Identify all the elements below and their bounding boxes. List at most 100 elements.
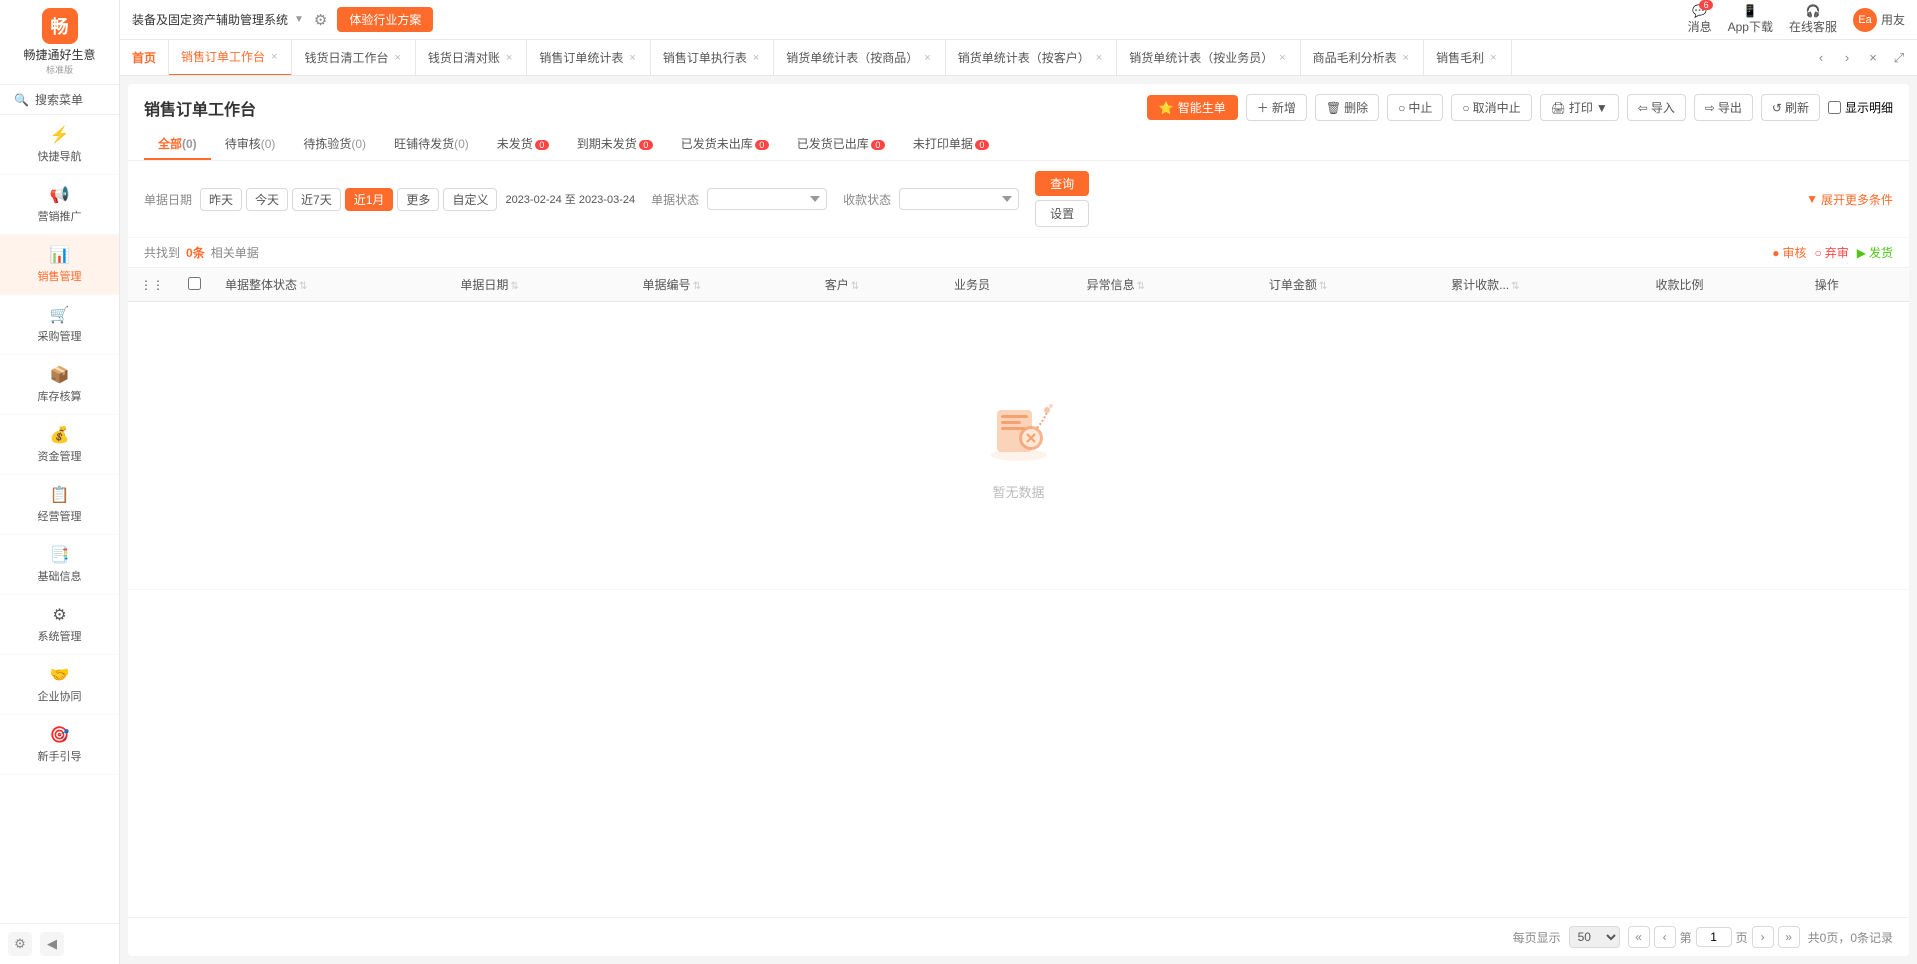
sidebar-item-marketing[interactable]: 📢 营销推广 bbox=[0, 175, 119, 235]
show-detail-label[interactable]: 显示明细 bbox=[1828, 99, 1893, 116]
tab-close-sales-stat3[interactable]: × bbox=[1094, 52, 1104, 64]
sub-tab-all[interactable]: 全部(0) bbox=[144, 129, 211, 160]
select-all-checkbox[interactable] bbox=[188, 277, 201, 290]
col-date[interactable]: 单据日期⇅ bbox=[448, 268, 630, 302]
search-menu[interactable]: 🔍 搜索菜单 bbox=[0, 85, 119, 115]
sidebar-item-purchase[interactable]: 🛒 采购管理 bbox=[0, 295, 119, 355]
tab-sales-stat4[interactable]: 销货单统计表（按业务员） × bbox=[1117, 40, 1300, 76]
page-last-btn[interactable]: » bbox=[1778, 926, 1800, 948]
sidebar-item-inventory[interactable]: 📦 库存核算 bbox=[0, 355, 119, 415]
col-customer[interactable]: 客户⇅ bbox=[813, 268, 942, 302]
page-first-btn[interactable]: « bbox=[1628, 926, 1650, 948]
sidebar-item-guide[interactable]: 🎯 新手引导 bbox=[0, 715, 119, 775]
sidebar-item-sales[interactable]: 📊 销售管理 bbox=[0, 235, 119, 295]
set-btn[interactable]: 设置 bbox=[1035, 200, 1089, 227]
date-btn-yesterday[interactable]: 昨天 bbox=[200, 188, 242, 211]
sub-tab-pending-inspect[interactable]: 待拣验货(0) bbox=[289, 129, 380, 160]
tab-close-sales-stat[interactable]: × bbox=[627, 52, 637, 64]
sidebar-item-system[interactable]: ⚙ 系统管理 bbox=[0, 595, 119, 655]
operation-icon: 📋 bbox=[50, 485, 70, 505]
tab-close-all-btn[interactable]: × bbox=[1861, 46, 1885, 70]
drag-icon: ⋮⋮ bbox=[140, 278, 164, 292]
add-btn[interactable]: ＋ 新增 bbox=[1246, 94, 1307, 121]
per-page-select[interactable]: 10 20 50 100 bbox=[1569, 926, 1620, 948]
cancel-review-action-btn[interactable]: ○ 弃审 bbox=[1814, 244, 1848, 261]
import-btn[interactable]: ⇦ 导入 bbox=[1627, 94, 1686, 121]
online-service-btn[interactable]: 🎧 在线客服 bbox=[1789, 4, 1837, 35]
col-salesperson[interactable]: 业务员 bbox=[942, 268, 1075, 302]
sidebar-item-basic[interactable]: 📑 基础信息 bbox=[0, 535, 119, 595]
sub-tab-shipped-not-in[interactable]: 已发货未出库0 bbox=[667, 129, 783, 160]
sidebar-item-finance[interactable]: 💰 资金管理 bbox=[0, 415, 119, 475]
date-btn-more[interactable]: 更多 bbox=[397, 188, 439, 211]
industry-solution-btn[interactable]: 体验行业方案 bbox=[337, 7, 433, 32]
col-ratio: 收款比例 bbox=[1643, 268, 1802, 302]
sub-tab-overdue[interactable]: 到期未发货0 bbox=[563, 129, 667, 160]
col-number[interactable]: 单据编号⇅ bbox=[631, 268, 813, 302]
tab-cash-reconcile[interactable]: 钱货日清对账 × bbox=[416, 40, 527, 76]
tab-close-cash-reconcile[interactable]: × bbox=[504, 52, 514, 64]
sub-tab-pending-review[interactable]: 待审核(0) bbox=[211, 129, 290, 160]
tab-sales-stat3[interactable]: 销货单统计表（按客户） × bbox=[946, 40, 1117, 76]
col-amount[interactable]: 订单金额⇅ bbox=[1257, 268, 1439, 302]
tab-sales-stat2[interactable]: 销货单统计表（按商品） × bbox=[774, 40, 945, 76]
tab-cash-daily[interactable]: 钱货日清工作台 × bbox=[292, 40, 415, 76]
tab-close-cash-daily[interactable]: × bbox=[392, 52, 402, 64]
tab-sales-exec[interactable]: 销售订单执行表 × bbox=[651, 40, 774, 76]
sub-tab-unprinted[interactable]: 未打印单据0 bbox=[899, 129, 1003, 160]
headset-icon: 🎧 bbox=[1806, 4, 1821, 18]
app-title-dropdown-icon[interactable]: ▼ bbox=[294, 14, 304, 25]
app-download-btn[interactable]: 📱 App下载 bbox=[1728, 4, 1773, 35]
page-next-btn[interactable]: › bbox=[1752, 926, 1774, 948]
tab-close-sales-order[interactable]: × bbox=[269, 51, 279, 63]
date-btn-custom[interactable]: 自定义 bbox=[443, 188, 497, 211]
refresh-btn[interactable]: ↺ 刷新 bbox=[1761, 94, 1820, 121]
export-btn[interactable]: ⇨ 导出 bbox=[1694, 94, 1753, 121]
tab-sales-rate[interactable]: 销售毛利 × bbox=[1424, 40, 1511, 76]
sidebar-item-operation[interactable]: 📋 经营管理 bbox=[0, 475, 119, 535]
expand-more-btn[interactable]: ▼ 展开更多条件 bbox=[1806, 191, 1893, 208]
date-btn-last1m[interactable]: 近1月 bbox=[345, 188, 394, 211]
tab-sales-stat[interactable]: 销售订单统计表 × bbox=[527, 40, 650, 76]
review-action-btn[interactable]: ● 审核 bbox=[1772, 244, 1806, 261]
show-detail-checkbox[interactable] bbox=[1828, 101, 1841, 114]
print-icon: 🖨 bbox=[1551, 101, 1566, 115]
sub-tab-unshipped[interactable]: 未发货0 bbox=[483, 129, 563, 160]
smart-create-btn[interactable]: ⭐ 智能生单 bbox=[1147, 95, 1238, 120]
ship-action-btn[interactable]: ▶ 发货 bbox=[1857, 244, 1893, 261]
page-number-input[interactable] bbox=[1696, 927, 1732, 947]
date-btn-last7[interactable]: 近7天 bbox=[292, 188, 341, 211]
tab-gross-margin[interactable]: 商品毛利分析表 × bbox=[1301, 40, 1424, 76]
app-download-icon: 📱 bbox=[1743, 4, 1758, 18]
purchase-icon: 🛒 bbox=[50, 305, 70, 325]
cancel-stop-btn[interactable]: ○ 取消中止 bbox=[1451, 94, 1531, 121]
tab-close-gross-margin[interactable]: × bbox=[1401, 52, 1411, 64]
user-btn[interactable]: Ea 用友 bbox=[1853, 8, 1905, 32]
sub-tab-shipped-out[interactable]: 已发货已出库0 bbox=[783, 129, 899, 160]
query-btn[interactable]: 查询 bbox=[1035, 171, 1089, 196]
sidebar-item-collab[interactable]: 🤝 企业协同 bbox=[0, 655, 119, 715]
message-btn[interactable]: 💬 6 消息 bbox=[1688, 4, 1712, 35]
tab-fullscreen-btn[interactable]: ⤢ bbox=[1887, 46, 1911, 70]
tab-prev-btn[interactable]: ‹ bbox=[1809, 46, 1833, 70]
tab-close-sales-stat2[interactable]: × bbox=[922, 52, 932, 64]
page-prev-btn[interactable]: ‹ bbox=[1654, 926, 1676, 948]
tab-home[interactable]: 首页 bbox=[120, 40, 169, 76]
tab-next-btn[interactable]: › bbox=[1835, 46, 1859, 70]
collapse-sidebar-btn[interactable]: ◀ bbox=[40, 932, 64, 956]
print-btn[interactable]: 🖨 打印 ▼ bbox=[1540, 94, 1619, 121]
payment-select[interactable] bbox=[899, 188, 1019, 210]
stop-btn[interactable]: ○ 中止 bbox=[1387, 94, 1443, 121]
settings-bottom-btn[interactable]: ⚙ bbox=[8, 932, 32, 956]
header-gear-icon[interactable]: ⚙ bbox=[314, 11, 327, 29]
tab-close-sales-stat4[interactable]: × bbox=[1277, 52, 1287, 64]
sub-tab-wangpu[interactable]: 旺铺待发货(0) bbox=[380, 129, 483, 160]
col-check[interactable] bbox=[176, 268, 213, 302]
status-select[interactable] bbox=[707, 188, 827, 210]
date-btn-today[interactable]: 今天 bbox=[246, 188, 288, 211]
tab-close-sales-exec[interactable]: × bbox=[751, 52, 761, 64]
sidebar-item-quick-nav[interactable]: ⚡ 快捷导航 bbox=[0, 115, 119, 175]
tab-close-sales-rate[interactable]: × bbox=[1488, 52, 1498, 64]
tab-sales-order[interactable]: 销售订单工作台 × bbox=[169, 40, 292, 76]
delete-btn[interactable]: 🗑 删除 bbox=[1315, 94, 1379, 121]
